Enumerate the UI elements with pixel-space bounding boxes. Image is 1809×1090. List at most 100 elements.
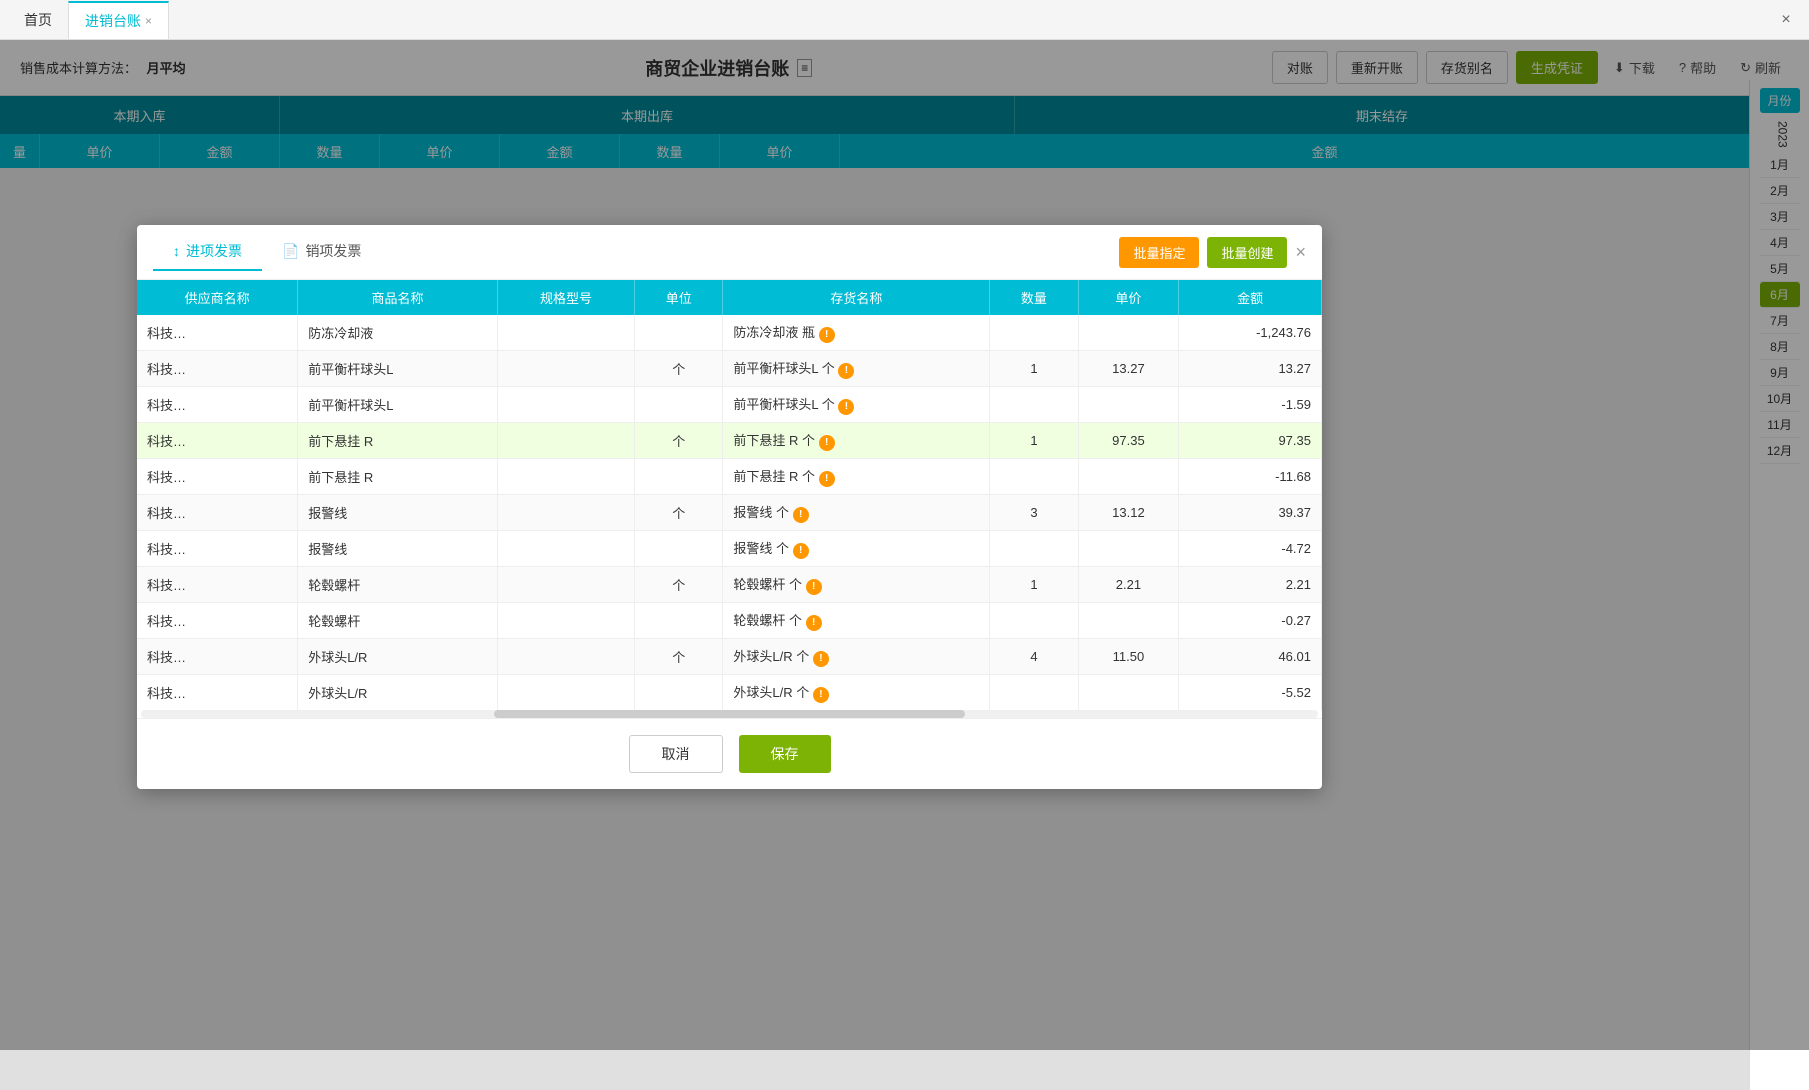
top-nav: 首页 进销台账 × × [0,0,1809,40]
table-cell [635,531,723,567]
col-supplier: 供应商名称 [137,280,298,315]
table-row[interactable]: 科技…报警线个报警线 个 !313.1239.37 [137,495,1322,531]
table-cell: 外球头L/R [298,675,498,711]
tab-outgoing-invoice[interactable]: 📄 销项发票 [262,233,381,271]
table-cell: 科技… [137,351,298,387]
table-cell [1078,603,1179,639]
table-cell [990,675,1078,711]
batch-create-button[interactable]: 批量创建 [1207,237,1287,268]
table-cell: 前下悬挂 R [298,459,498,495]
incoming-invoice-icon: ↕ [173,243,180,259]
table-cell: 轮毂螺杆 [298,603,498,639]
table-cell [497,495,634,531]
table-cell: 1 [990,351,1078,387]
table-cell: 科技… [137,423,298,459]
table-cell: 科技… [137,603,298,639]
table-cell: 防冻冷却液 [298,315,498,351]
table-cell: 前平衡杆球头L [298,387,498,423]
table-cell: 4 [990,639,1078,675]
table-cell [497,315,634,351]
table-cell [1078,531,1179,567]
table-cell: 轮毂螺杆 [298,567,498,603]
home-tab[interactable]: 首页 [8,2,68,38]
table-cell: 科技… [137,459,298,495]
table-cell: 科技… [137,675,298,711]
table-cell: 报警线 [298,495,498,531]
table-cell: -1,243.76 [1179,315,1322,351]
table-row[interactable]: 科技…前平衡杆球头L个前平衡杆球头L 个 !113.2713.27 [137,351,1322,387]
table-cell: 前下悬挂 R 个 ! [723,423,990,459]
active-tab-label: 进销台账 [85,11,141,31]
table-row[interactable]: 科技…防冻冷却液防冻冷却液 瓶 !-1,243.76 [137,315,1322,351]
warning-icon: ! [838,363,854,379]
table-cell: 1 [990,567,1078,603]
table-cell: 13.27 [1078,351,1179,387]
table-cell: 个 [635,351,723,387]
table-cell [635,315,723,351]
table-row[interactable]: 科技…轮毂螺杆轮毂螺杆 个 !-0.27 [137,603,1322,639]
table-cell: 97.35 [1078,423,1179,459]
table-cell: -1.59 [1179,387,1322,423]
table-cell: 外球头L/R [298,639,498,675]
home-tab-label: 首页 [24,10,52,30]
col-amount-h: 金额 [1179,280,1322,315]
table-cell [990,603,1078,639]
save-button[interactable]: 保存 [739,735,831,773]
warning-icon: ! [793,543,809,559]
table-cell: -0.27 [1179,603,1322,639]
modal-table-body: 科技…防冻冷却液防冻冷却液 瓶 !-1,243.76科技…前平衡杆球头L个前平衡… [137,315,1322,710]
table-cell: 1 [990,423,1078,459]
table-cell [497,531,634,567]
table-cell [497,351,634,387]
table-cell: 13.12 [1078,495,1179,531]
table-cell [1078,315,1179,351]
table-row[interactable]: 科技…前下悬挂 R前下悬挂 R 个 !-11.68 [137,459,1322,495]
table-cell: 科技… [137,495,298,531]
modal-tabs: ↕ 进项发票 📄 销项发票 [153,233,381,271]
table-row[interactable]: 科技…前下悬挂 R个前下悬挂 R 个 !197.3597.35 [137,423,1322,459]
table-cell [497,639,634,675]
table-row[interactable]: 科技…外球头L/R个外球头L/R 个 !411.5046.01 [137,639,1322,675]
table-cell [990,387,1078,423]
table-row[interactable]: 科技…前平衡杆球头L前平衡杆球头L 个 !-1.59 [137,387,1322,423]
batch-assign-button[interactable]: 批量指定 [1119,237,1199,268]
table-cell [497,603,634,639]
cancel-button[interactable]: 取消 [629,735,723,773]
table-cell: 报警线 个 ! [723,495,990,531]
warning-icon: ! [793,507,809,523]
col-qty-h: 数量 [990,280,1078,315]
table-row[interactable]: 科技…轮毂螺杆个轮毂螺杆 个 !12.212.21 [137,567,1322,603]
modal-table-wrapper[interactable]: 供应商名称 商品名称 规格型号 单位 存货名称 数量 单价 金额 科技…防冻冷却… [137,280,1322,710]
table-cell: 轮毂螺杆 个 ! [723,567,990,603]
table-row[interactable]: 科技…外球头L/R外球头L/R 个 !-5.52 [137,675,1322,711]
warning-icon: ! [806,615,822,631]
table-cell [497,675,634,711]
table-cell [497,459,634,495]
tab-outgoing-label: 销项发票 [305,241,361,261]
table-cell: 个 [635,423,723,459]
invoice-table: 供应商名称 商品名称 规格型号 单位 存货名称 数量 单价 金额 科技…防冻冷却… [137,280,1322,710]
table-cell [1078,675,1179,711]
table-cell [990,459,1078,495]
tab-incoming-label: 进项发票 [186,241,242,261]
table-cell [990,315,1078,351]
table-header-row: 供应商名称 商品名称 规格型号 单位 存货名称 数量 单价 金额 [137,280,1322,315]
table-cell [635,675,723,711]
col-stock-name: 存货名称 [723,280,990,315]
table-cell: 前平衡杆球头L [298,351,498,387]
table-cell: -11.68 [1179,459,1322,495]
table-cell: 前平衡杆球头L 个 ! [723,351,990,387]
table-cell: 97.35 [1179,423,1322,459]
table-row[interactable]: 科技…报警线报警线 个 !-4.72 [137,531,1322,567]
table-cell: 个 [635,495,723,531]
warning-icon: ! [819,471,835,487]
modal-close-button[interactable]: × [1295,242,1306,263]
col-unit: 单位 [635,280,723,315]
col-spec: 规格型号 [497,280,634,315]
active-tab[interactable]: 进销台账 × [68,1,169,39]
tab-close-icon[interactable]: × [145,14,152,28]
warning-icon: ! [806,579,822,595]
table-cell: 前平衡杆球头L 个 ! [723,387,990,423]
tab-incoming-invoice[interactable]: ↕ 进项发票 [153,233,262,271]
window-close-button[interactable]: × [1771,5,1801,35]
